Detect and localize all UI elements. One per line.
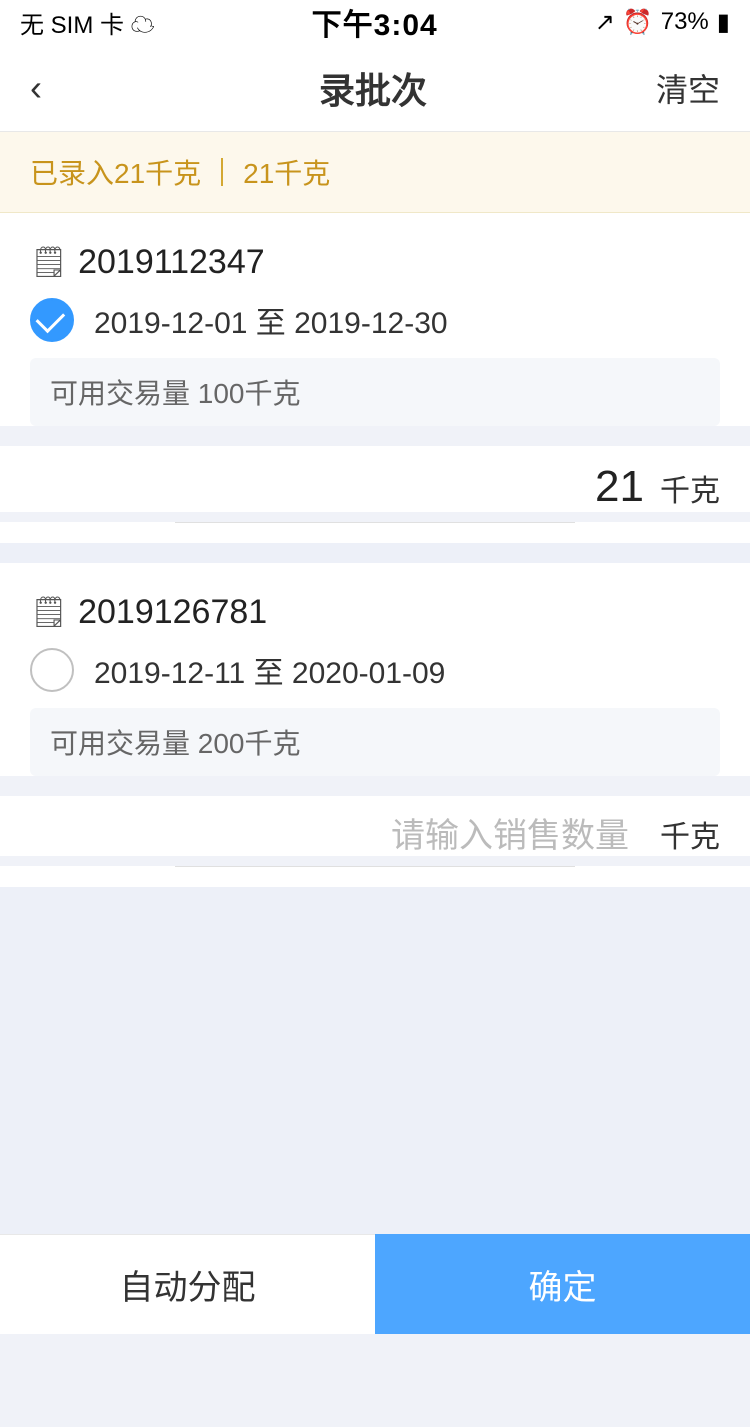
summary-total: 21千克 xyxy=(243,152,330,192)
batch-2-radio[interactable] xyxy=(30,648,74,692)
batch-2-date-row[interactable]: 2019-12-11 至 2020-01-09 xyxy=(30,648,720,692)
batch-1-avail-box: 可用交易量 100千克 xyxy=(30,358,720,426)
batch-1-divider xyxy=(175,522,575,523)
batch-2-id: 2019126781 xyxy=(78,593,267,632)
auto-distribute-button[interactable]: 自动分配 xyxy=(0,1234,375,1334)
confirm-button[interactable]: 确定 xyxy=(375,1234,750,1334)
batch-2-header: 🗒 2019126781 xyxy=(30,593,720,632)
batch-2-divider xyxy=(175,866,575,867)
batch-1-header: 🗒 2019112347 xyxy=(30,243,720,282)
batch-card-2: 🗒 2019126781 2019-12-11 至 2020-01-09 可用交… xyxy=(0,563,750,776)
battery-label: 73% xyxy=(661,8,709,36)
batch-1-icon: 🗒 xyxy=(30,245,68,280)
batch-1-id: 2019112347 xyxy=(78,243,265,282)
section-gap-1 xyxy=(0,543,750,563)
batch-2-date: 2019-12-11 至 2020-01-09 xyxy=(94,648,445,692)
batch-2-avail-box: 可用交易量 200千克 xyxy=(30,708,720,776)
status-right: ↗ ⏰ 73% ▮ xyxy=(595,8,730,37)
page-title: 录批次 xyxy=(319,62,427,114)
batch-2-avail: 可用交易量 200千克 xyxy=(50,728,301,759)
summary-recorded: 已录入21千克 xyxy=(30,152,201,192)
no-sim-label: 无 SIM 卡 ☁ xyxy=(20,5,155,40)
summary-banner: 已录入21千克 21千克 xyxy=(0,132,750,213)
back-button[interactable]: ‹ xyxy=(30,67,90,109)
batch-1-date-row[interactable]: 2019-12-01 至 2019-12-30 xyxy=(30,298,720,342)
bottom-bar: 自动分配 确定 xyxy=(0,1234,750,1334)
batch-2-input-row[interactable]: 千克 xyxy=(0,796,750,856)
batch-2-qty-input[interactable] xyxy=(30,817,644,856)
status-time: 下午3:04 xyxy=(312,0,438,44)
battery-icon: ▮ xyxy=(717,8,730,37)
batch-2-unit: 千克 xyxy=(660,812,720,856)
batch-1-date: 2019-12-01 至 2019-12-30 xyxy=(94,298,448,342)
alarm-icon: ⏰ xyxy=(623,8,653,37)
batch-card-1: 🗒 2019112347 2019-12-01 至 2019-12-30 可用交… xyxy=(0,213,750,426)
nav-bar: ‹ 录批次 清空 xyxy=(0,44,750,132)
clear-button[interactable]: 清空 xyxy=(656,65,720,111)
batch-1-amount-row: 21 千克 xyxy=(0,446,750,512)
batch-2-icon: 🗒 xyxy=(30,595,68,630)
status-bar: 无 SIM 卡 ☁ 下午3:04 ↗ ⏰ 73% ▮ xyxy=(0,0,750,44)
status-left: 无 SIM 卡 ☁ xyxy=(20,5,155,40)
batch-1-avail: 可用交易量 100千克 xyxy=(50,378,301,409)
summary-divider xyxy=(221,158,223,186)
batch-1-amount: 21 xyxy=(595,462,644,512)
batch-1-unit: 千克 xyxy=(660,466,720,510)
batch-1-radio[interactable] xyxy=(30,298,74,342)
location-icon: ↗ xyxy=(595,8,615,37)
